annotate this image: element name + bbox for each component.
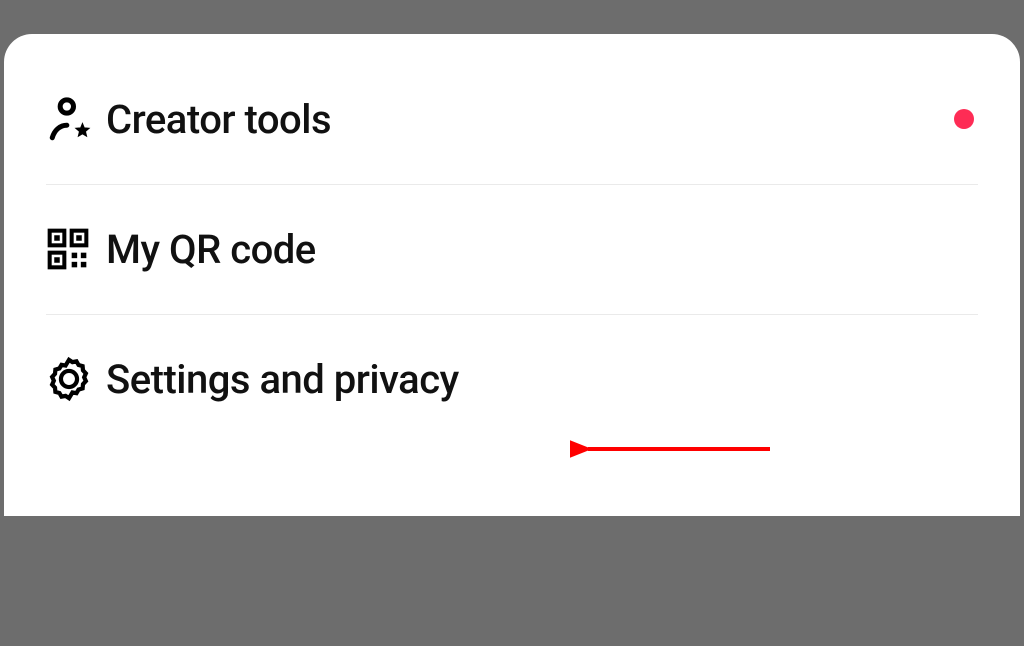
menu-item-label: Settings and privacy bbox=[106, 356, 459, 403]
menu-item-creator-tools[interactable]: Creator tools bbox=[4, 54, 1020, 184]
notification-dot bbox=[954, 109, 974, 129]
settings-icon bbox=[46, 356, 106, 402]
bottom-sheet: Creator tools My QR code bbox=[4, 34, 1020, 516]
menu-item-label: Creator tools bbox=[106, 96, 331, 143]
menu-item-qr-code[interactable]: My QR code bbox=[4, 184, 1020, 314]
creator-tools-icon bbox=[46, 94, 106, 144]
menu-item-settings-privacy[interactable]: Settings and privacy bbox=[4, 314, 1020, 444]
menu-item-label: My QR code bbox=[106, 226, 316, 273]
qr-code-icon bbox=[46, 227, 106, 271]
